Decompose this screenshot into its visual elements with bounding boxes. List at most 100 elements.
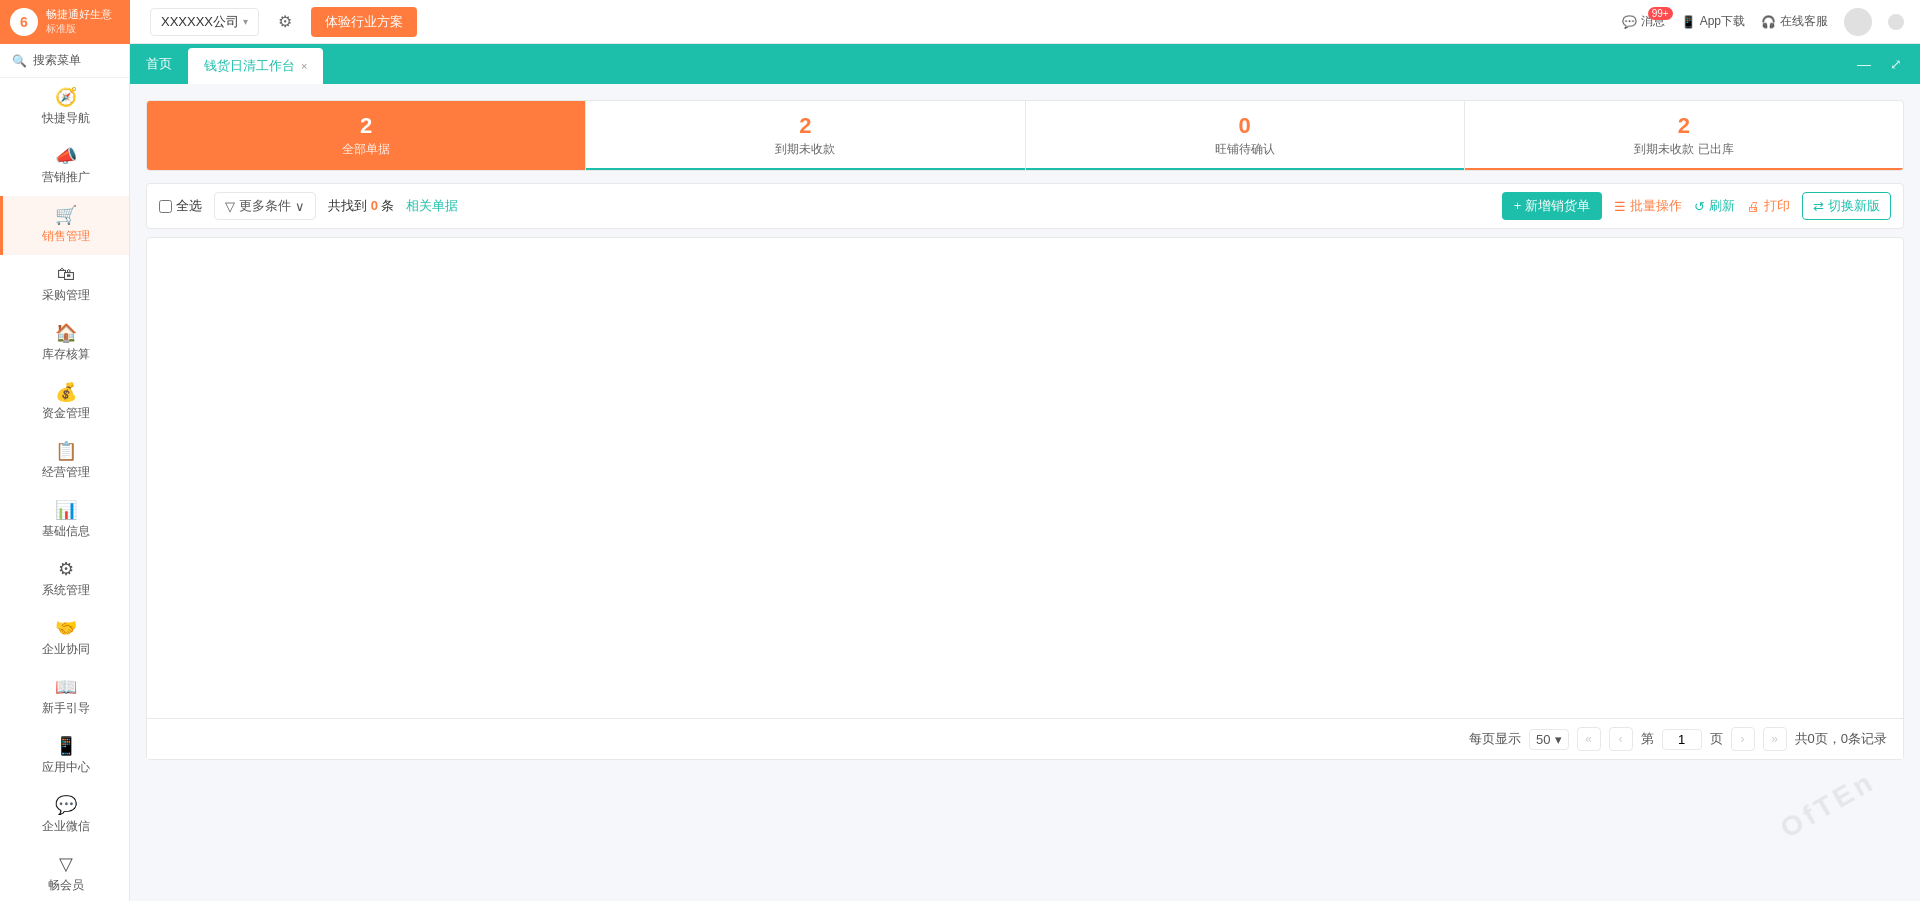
search-icon: 🔍 xyxy=(12,54,27,68)
filter-label: 更多条件 xyxy=(239,197,291,215)
first-page-button[interactable]: « xyxy=(1577,727,1601,751)
refresh-icon: ↺ xyxy=(1694,199,1705,214)
found-unit: 条 xyxy=(381,198,394,213)
select-all-checkbox[interactable]: 全选 xyxy=(159,197,202,215)
top-header: 6 畅捷通好生意 标准版 XXXXXX公司 ▾ ⚙ 体验行业方案 💬 消息 99… xyxy=(0,0,1920,44)
stat-label-shipped: 到期未收款 已出库 xyxy=(1481,141,1887,158)
settings-button[interactable]: ⚙ xyxy=(269,6,301,38)
empty-table-body xyxy=(147,238,1903,718)
filter-button[interactable]: ▽ 更多条件 ∨ xyxy=(214,192,316,220)
wechat-icon: 💬 xyxy=(55,796,77,814)
search-menu-label: 搜索菜单 xyxy=(33,52,81,69)
batch-button[interactable]: ☰ 批量操作 xyxy=(1614,197,1682,215)
stat-underline xyxy=(586,168,1024,170)
company-name: XXXXXX公司 xyxy=(161,13,239,31)
tab-maximize-button[interactable]: ⤢ xyxy=(1884,52,1908,76)
stat-label-overdue: 到期未收款 xyxy=(602,141,1008,158)
filter-chevron-icon: ∨ xyxy=(295,199,305,214)
per-page-select[interactable]: 50 ▾ xyxy=(1529,729,1568,750)
filter-icon: ▽ xyxy=(225,199,235,214)
company-select[interactable]: XXXXXX公司 ▾ xyxy=(150,8,259,36)
sidebar-item-label: 系统管理 xyxy=(42,582,90,599)
sidebar-item-label: 基础信息 xyxy=(42,523,90,540)
last-page-button[interactable]: » xyxy=(1763,727,1787,751)
refresh-label: 刷新 xyxy=(1709,197,1735,215)
sidebar-item-marketing[interactable]: 📣 营销推广 xyxy=(0,137,129,196)
sidebar: 🔍 搜索菜单 🧭 快捷导航 📣 营销推广 🛒 销售管理 🛍 采购管理 🏠 库存核… xyxy=(0,44,130,901)
avatar-extra xyxy=(1888,14,1904,30)
switch-version-button[interactable]: ⇄ 切换新版 xyxy=(1802,192,1891,220)
message-button[interactable]: 💬 消息 99+ xyxy=(1622,13,1665,30)
marketing-icon: 📣 xyxy=(55,147,77,165)
sidebar-item-sales[interactable]: 🛒 销售管理 xyxy=(0,196,129,255)
print-button[interactable]: 🖨 打印 xyxy=(1747,197,1790,215)
sidebar-item-system[interactable]: ⚙ 系统管理 xyxy=(0,550,129,609)
stats-tabs: 2 全部单据 2 到期未收款 0 旺铺待确认 2 到期未收款 已出库 xyxy=(146,100,1904,171)
switch-icon: ⇄ xyxy=(1813,199,1824,214)
prev-page-button[interactable]: ‹ xyxy=(1609,727,1633,751)
tab-active[interactable]: 钱货日清工作台 × xyxy=(188,48,323,84)
tab-home-label: 首页 xyxy=(146,55,172,73)
trial-button[interactable]: 体验行业方案 xyxy=(311,7,417,37)
service-button[interactable]: 🎧 在线客服 xyxy=(1761,13,1828,30)
sidebar-item-member[interactable]: ▽ 畅会员 xyxy=(0,845,129,901)
sidebar-item-purchase[interactable]: 🛍 采购管理 xyxy=(0,255,129,314)
sidebar-item-finance[interactable]: 💰 资金管理 xyxy=(0,373,129,432)
sidebar-item-nav[interactable]: 🧭 快捷导航 xyxy=(0,78,129,137)
sidebar-item-label: 企业协同 xyxy=(42,641,90,658)
found-prefix: 共找到 xyxy=(328,198,367,213)
stat-num-wangpu: 0 xyxy=(1042,113,1448,139)
search-menu-item[interactable]: 🔍 搜索菜单 xyxy=(0,44,129,78)
message-badge: 99+ xyxy=(1648,7,1673,20)
sidebar-item-enterprise[interactable]: 🤝 企业协同 xyxy=(0,609,129,668)
sidebar-item-basic[interactable]: 📊 基础信息 xyxy=(0,491,129,550)
switch-label: 切换新版 xyxy=(1828,197,1880,215)
batch-icon: ☰ xyxy=(1614,199,1626,214)
tab-bar: 首页 钱货日清工作台 × — ⤢ xyxy=(130,44,1920,84)
found-text: 共找到 0 条 xyxy=(328,197,394,215)
tab-bar-actions: — ⤢ xyxy=(1852,52,1920,76)
sales-icon: 🛒 xyxy=(55,206,77,224)
sidebar-item-label: 销售管理 xyxy=(42,228,90,245)
print-icon: 🖨 xyxy=(1747,199,1760,214)
app-download-button[interactable]: 📱 App下载 xyxy=(1681,13,1745,30)
sidebar-item-operations[interactable]: 📋 经营管理 xyxy=(0,432,129,491)
refresh-button[interactable]: ↺ 刷新 xyxy=(1694,197,1735,215)
pagination-bar: 每页显示 50 ▾ « ‹ 第 页 › » 共0页，0条记录 xyxy=(147,718,1903,759)
add-sales-button[interactable]: + 新增销货单 xyxy=(1502,192,1602,220)
sidebar-item-wechat[interactable]: 💬 企业微信 xyxy=(0,786,129,845)
table-area: 每页显示 50 ▾ « ‹ 第 页 › » 共0页，0条记录 xyxy=(146,237,1904,760)
main-content: 2 全部单据 2 到期未收款 0 旺铺待确认 2 到期未收款 已出库 全选 ▽ xyxy=(130,84,1920,901)
stat-underline-3 xyxy=(1465,168,1903,170)
sidebar-item-guide[interactable]: 📖 新手引导 xyxy=(0,668,129,727)
logo-name: 畅捷通好生意 xyxy=(46,7,112,21)
pagination-summary: 共0页，0条记录 xyxy=(1795,730,1887,748)
app-label: App下载 xyxy=(1700,13,1745,30)
tab-minimize-button[interactable]: — xyxy=(1852,52,1876,76)
next-page-button[interactable]: › xyxy=(1731,727,1755,751)
per-page-value: 50 xyxy=(1536,732,1550,747)
related-link[interactable]: 相关单据 xyxy=(406,197,458,215)
logo-area: 6 畅捷通好生意 标准版 xyxy=(0,0,130,44)
stat-tab-all[interactable]: 2 全部单据 xyxy=(147,101,586,170)
stat-tab-shipped[interactable]: 2 到期未收款 已出库 xyxy=(1465,101,1903,170)
stat-tab-overdue[interactable]: 2 到期未收款 xyxy=(586,101,1025,170)
per-page-chevron-icon: ▾ xyxy=(1555,732,1562,747)
per-page-label: 每页显示 xyxy=(1469,730,1521,748)
logo-icon: 6 xyxy=(10,8,38,36)
stat-tab-wangpu[interactable]: 0 旺铺待确认 xyxy=(1026,101,1465,170)
avatar[interactable] xyxy=(1844,8,1872,36)
tab-home[interactable]: 首页 xyxy=(130,44,188,84)
message-icon: 💬 xyxy=(1622,15,1637,29)
tab-close-icon[interactable]: × xyxy=(301,60,307,72)
sidebar-item-inventory[interactable]: 🏠 库存核算 xyxy=(0,314,129,373)
sidebar-item-label: 企业微信 xyxy=(42,818,90,835)
page-number-input[interactable] xyxy=(1662,729,1702,750)
select-all-label: 全选 xyxy=(176,197,202,215)
sidebar-item-label: 经营管理 xyxy=(42,464,90,481)
header-center: XXXXXX公司 ▾ ⚙ 体验行业方案 xyxy=(130,6,1622,38)
sidebar-item-apps[interactable]: 📱 应用中心 xyxy=(0,727,129,786)
select-all-input[interactable] xyxy=(159,200,172,213)
stat-label-all: 全部单据 xyxy=(163,141,569,158)
app-icon: 📱 xyxy=(1681,15,1696,29)
